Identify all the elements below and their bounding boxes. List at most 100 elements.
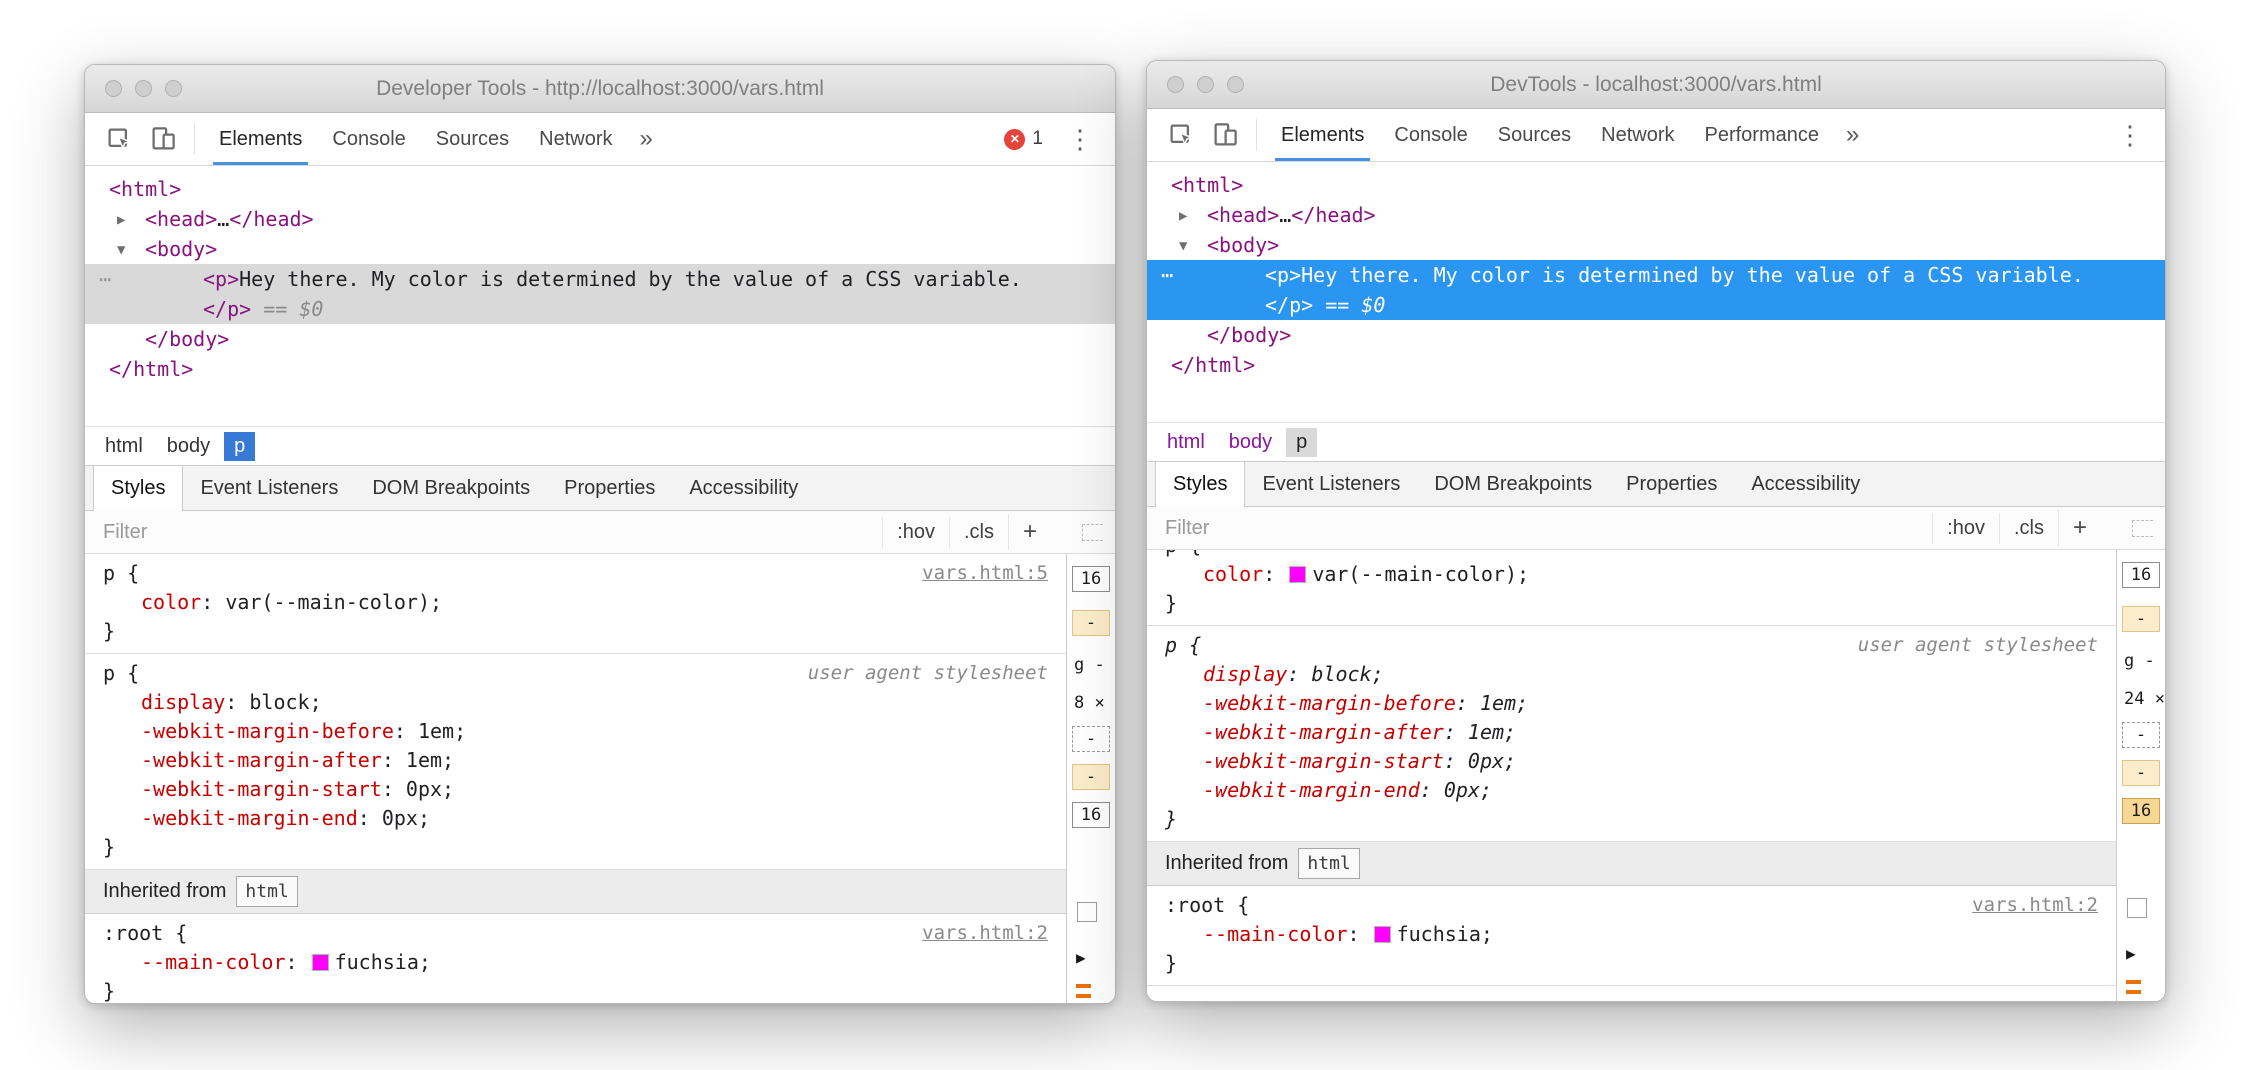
more-tabs-button[interactable]: »: [1834, 109, 1871, 161]
new-style-rule-button[interactable]: +: [1008, 514, 1051, 550]
inherited-element-chip[interactable]: html: [236, 876, 297, 907]
inspect-element-icon[interactable]: [97, 113, 141, 165]
tab-properties[interactable]: Properties: [547, 466, 672, 510]
inspect-element-icon[interactable]: [1159, 109, 1203, 161]
expanded-arrow-icon[interactable]: ▼: [117, 235, 125, 265]
tab-elements[interactable]: Elements: [204, 113, 317, 165]
more-tabs-button[interactable]: »: [628, 113, 665, 165]
stylesheet-source-link[interactable]: vars.html:5: [922, 559, 1048, 588]
css-property[interactable]: display: block;: [1165, 660, 2098, 689]
breadcrumb-item-body[interactable]: body: [1219, 428, 1282, 457]
titlebar[interactable]: DevTools - localhost:3000/vars.html: [1147, 61, 2165, 109]
css-property[interactable]: -webkit-margin-after: 1em;: [1165, 718, 2098, 747]
css-property[interactable]: -webkit-margin-before: 1em;: [103, 717, 1048, 746]
close-button[interactable]: [1167, 76, 1184, 93]
tab-performance[interactable]: Performance: [1690, 109, 1835, 161]
breadcrumb-item-html[interactable]: html: [95, 432, 153, 461]
device-toolbar-icon[interactable]: [1203, 109, 1247, 161]
collapsed-arrow-icon[interactable]: ▶: [1179, 201, 1187, 231]
collapsed-arrow-icon[interactable]: ▶: [117, 205, 125, 235]
tab-event-listeners[interactable]: Event Listeners: [183, 466, 355, 510]
class-toggle[interactable]: .cls: [949, 517, 1008, 548]
dom-tree-row[interactable]: ⋯<p>Hey there. My color is determined by…: [85, 264, 1115, 324]
css-property[interactable]: -webkit-margin-start: 0px;: [1165, 747, 2098, 776]
stylesheet-source-link[interactable]: vars.html:2: [922, 919, 1048, 948]
dom-tree-row[interactable]: ▼<body>: [85, 234, 1115, 264]
inherited-element-chip[interactable]: html: [1298, 848, 1359, 879]
css-selector[interactable]: p {: [103, 661, 139, 685]
tab-elements[interactable]: Elements: [1266, 109, 1379, 161]
dom-tree-row[interactable]: </body>: [1147, 320, 2165, 350]
titlebar[interactable]: Developer Tools - http://localhost:3000/…: [85, 65, 1115, 113]
css-property[interactable]: display: block;: [103, 688, 1048, 717]
css-property[interactable]: -webkit-margin-end: 0px;: [1165, 776, 2098, 805]
css-property[interactable]: --main-color: fuchsia;: [1165, 920, 2098, 949]
dom-tree-row[interactable]: <html>: [85, 174, 1115, 204]
css-property[interactable]: -webkit-margin-before: 1em;: [1165, 689, 2098, 718]
overflow-ellipsis-icon[interactable]: ⋯: [99, 264, 111, 294]
error-badge-icon[interactable]: ✕: [1004, 129, 1025, 150]
css-property[interactable]: -webkit-margin-after: 1em;: [103, 746, 1048, 775]
stylesheet-source-link[interactable]: vars.html:2: [1972, 891, 2098, 920]
tab-network[interactable]: Network: [524, 113, 627, 165]
css-property[interactable]: color: var(--main-color);: [103, 588, 1048, 617]
tab-accessibility[interactable]: Accessibility: [672, 466, 815, 510]
tab-sources[interactable]: Sources: [1483, 109, 1586, 161]
dom-tree-row[interactable]: ▼<body>: [1147, 230, 2165, 260]
css-property[interactable]: -webkit-margin-end: 0px;: [103, 804, 1048, 833]
tab-styles[interactable]: Styles: [1155, 462, 1245, 507]
breadcrumb-item-body[interactable]: body: [157, 432, 220, 461]
dom-tree-row[interactable]: </body>: [85, 324, 1115, 354]
css-selector[interactable]: p {: [103, 561, 139, 585]
color-swatch[interactable]: [1289, 566, 1306, 583]
expand-arrow-icon[interactable]: ▶: [1076, 948, 1086, 967]
css-selector[interactable]: p {: [1165, 550, 1201, 557]
tab-event-listeners[interactable]: Event Listeners: [1245, 462, 1417, 506]
css-selector[interactable]: :root {: [1165, 893, 1249, 917]
overflow-ellipsis-icon[interactable]: ⋯: [1161, 260, 1173, 290]
tab-accessibility[interactable]: Accessibility: [1734, 462, 1877, 506]
pseudo-state-toggle[interactable]: :hov: [1932, 513, 1999, 544]
zoom-button[interactable]: [165, 80, 182, 97]
tab-dom-breakpoints[interactable]: DOM Breakpoints: [1417, 462, 1609, 506]
class-toggle[interactable]: .cls: [1999, 513, 2058, 544]
rule-toggle-checkbox[interactable]: [2127, 898, 2147, 918]
expand-arrow-icon[interactable]: ▶: [2126, 944, 2136, 963]
dom-tree-row[interactable]: ⋯<p>Hey there. My color is determined by…: [1147, 260, 2165, 320]
color-swatch[interactable]: [312, 954, 329, 971]
dom-tree-row[interactable]: ▶<head>…</head>: [1147, 200, 2165, 230]
dom-tree-row[interactable]: </html>: [85, 354, 1115, 384]
css-property[interactable]: -webkit-margin-start: 0px;: [103, 775, 1048, 804]
minimize-button[interactable]: [135, 80, 152, 97]
css-selector[interactable]: :root {: [103, 921, 187, 945]
close-button[interactable]: [105, 80, 122, 97]
color-swatch[interactable]: [1374, 926, 1391, 943]
kebab-menu-icon[interactable]: ⋮: [2109, 122, 2151, 148]
dom-tree-row[interactable]: <html>: [1147, 170, 2165, 200]
breadcrumb-item-p[interactable]: p: [224, 432, 255, 461]
tab-properties[interactable]: Properties: [1609, 462, 1734, 506]
dom-tree-row[interactable]: </html>: [1147, 350, 2165, 380]
css-selector[interactable]: p {: [1165, 633, 1201, 657]
dom-tree-row[interactable]: ▶<head>…</head>: [85, 204, 1115, 234]
rule-toggle-checkbox[interactable]: [1077, 902, 1097, 922]
styles-filter-input[interactable]: Filter: [1165, 517, 1209, 540]
tab-console[interactable]: Console: [317, 113, 420, 165]
tab-sources[interactable]: Sources: [421, 113, 524, 165]
tab-network[interactable]: Network: [1586, 109, 1689, 161]
minimize-button[interactable]: [1197, 76, 1214, 93]
kebab-menu-icon[interactable]: ⋮: [1059, 126, 1101, 152]
breadcrumb-item-html[interactable]: html: [1157, 428, 1215, 457]
styles-filter-input[interactable]: Filter: [103, 521, 147, 544]
tab-dom-breakpoints[interactable]: DOM Breakpoints: [355, 466, 547, 510]
expanded-arrow-icon[interactable]: ▼: [1179, 231, 1187, 261]
device-toolbar-icon[interactable]: [141, 113, 185, 165]
tab-styles[interactable]: Styles: [93, 466, 183, 511]
tab-console[interactable]: Console: [1379, 109, 1482, 161]
breadcrumb-item-p[interactable]: p: [1286, 428, 1317, 457]
pseudo-state-toggle[interactable]: :hov: [882, 517, 949, 548]
new-style-rule-button[interactable]: +: [2058, 510, 2101, 546]
zoom-button[interactable]: [1227, 76, 1244, 93]
css-property[interactable]: --main-color: fuchsia;: [103, 948, 1048, 977]
css-property[interactable]: color: var(--main-color);: [1165, 560, 2098, 589]
